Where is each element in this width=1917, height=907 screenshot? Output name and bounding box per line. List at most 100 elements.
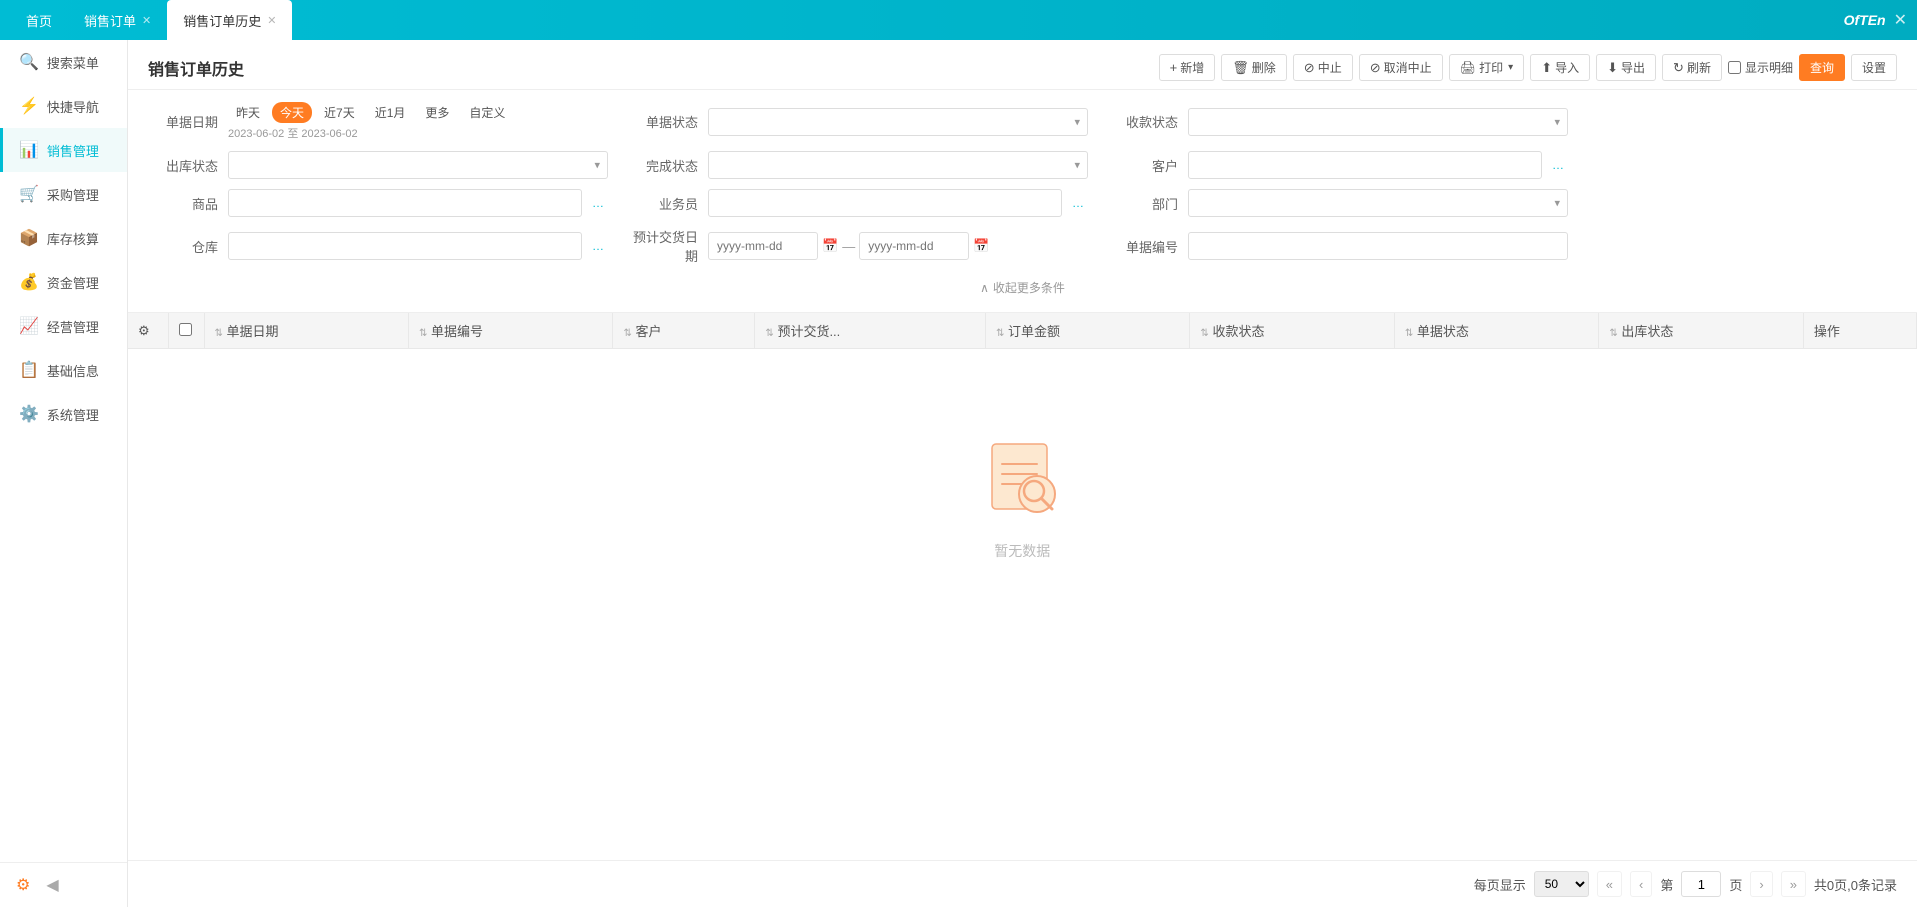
sidebar-item-inventory-calc[interactable]: 📦 库存核算: [0, 216, 127, 260]
sidebar-item-fund-mgmt[interactable]: 💰 资金管理: [0, 260, 127, 304]
date-btn-yesterday[interactable]: 昨天: [228, 102, 268, 123]
show-detail-checkbox-label[interactable]: 显示明细: [1728, 59, 1793, 76]
import-button[interactable]: ⬆ 导入: [1530, 54, 1590, 81]
complete-status-control: [708, 151, 1088, 179]
warehouse-input[interactable]: [228, 232, 582, 260]
total-records-label: 共0页,0条记录: [1814, 875, 1897, 894]
outbound-status-select[interactable]: [228, 151, 608, 179]
purchase-mgmt-icon: 🛒: [19, 184, 39, 204]
query-button[interactable]: 查询: [1799, 54, 1845, 81]
page-number-input[interactable]: [1681, 871, 1721, 897]
dept-control: [1188, 189, 1568, 217]
fund-mgmt-icon: 💰: [19, 272, 39, 292]
order-number-control: [1188, 232, 1568, 260]
last-page-btn[interactable]: »: [1781, 871, 1806, 897]
refresh-button[interactable]: ↻ 刷新: [1662, 54, 1722, 81]
sidebar-bottom: ⚙ ◀: [0, 862, 127, 907]
import-icon: ⬆: [1541, 60, 1552, 76]
delivery-date-start-input[interactable]: [708, 232, 818, 260]
sidebar-item-quick-nav[interactable]: ⚡ 快捷导航: [0, 84, 127, 128]
product-ellipsis-btn[interactable]: …: [588, 196, 608, 210]
page-size-select[interactable]: 50 10 20 100: [1534, 871, 1589, 897]
prev-page-icon: ‹: [1639, 877, 1643, 892]
th-doc-status[interactable]: ⇅ 单据状态: [1394, 313, 1598, 349]
first-page-icon: «: [1606, 877, 1613, 892]
show-detail-checkbox[interactable]: [1728, 61, 1741, 74]
product-input[interactable]: [228, 189, 582, 217]
dept-select[interactable]: [1188, 189, 1568, 217]
refresh-icon: ↻: [1673, 60, 1684, 76]
date-btn-1month[interactable]: 近1月: [367, 102, 414, 123]
th-settings[interactable]: ⚙: [128, 313, 168, 349]
payment-status-select-wrapper: [1188, 108, 1568, 136]
payment-status-label: 收款状态: [1108, 112, 1188, 131]
customer-input[interactable]: [1188, 151, 1542, 179]
cancel-stop-button[interactable]: ⊘ 取消中止: [1359, 54, 1443, 81]
prev-page-btn[interactable]: ‹: [1630, 871, 1652, 897]
th-customer[interactable]: ⇅ 客户: [613, 313, 755, 349]
th-order-no[interactable]: ⇅ 单据编号: [408, 313, 612, 349]
filter-row-4: 仓库 … 预计交货日期 📅 — 📅 单据编号: [148, 227, 1897, 265]
next-page-btn[interactable]: ›: [1750, 871, 1772, 897]
status-select[interactable]: [708, 108, 1088, 136]
customer-label: 客户: [1108, 156, 1188, 175]
content-area: 销售订单历史 + 新增 🗑 删除 ⊘ 中止 ⊘ 取消中止: [128, 40, 1917, 907]
tab-home[interactable]: 首页: [10, 0, 68, 40]
delivery-date-end-input[interactable]: [859, 232, 969, 260]
th-order-amount[interactable]: ⇅ 订单金额: [985, 313, 1189, 349]
sidebar-settings-icon[interactable]: ⚙: [16, 875, 30, 895]
first-page-btn[interactable]: «: [1597, 871, 1622, 897]
stop-button[interactable]: ⊘ 中止: [1293, 54, 1353, 81]
tabs-area: 首页 销售订单 ✕ 销售订单历史 ✕: [10, 0, 1844, 40]
salesperson-input[interactable]: [708, 189, 1062, 217]
tab-sales-order[interactable]: 销售订单 ✕: [68, 0, 167, 40]
tab-sales-order-history[interactable]: 销售订单历史 ✕: [167, 0, 292, 40]
date-btn-today[interactable]: 今天: [272, 102, 312, 123]
sidebar-item-basic-info[interactable]: 📋 基础信息: [0, 348, 127, 392]
th-delivery-date[interactable]: ⇅ 预计交货...: [755, 313, 986, 349]
filter-row-1: 单据日期 昨天 今天 近7天 近1月 更多 自定义 2023-06-02 至 2…: [148, 102, 1897, 141]
collapse-up-icon: ∧: [980, 281, 989, 295]
th-outbound-status[interactable]: ⇅ 出库状态: [1599, 313, 1803, 349]
sidebar-collapse-icon[interactable]: ◀: [46, 875, 58, 895]
calendar-start-icon[interactable]: 📅: [822, 238, 838, 254]
date-btn-7days[interactable]: 近7天: [316, 102, 363, 123]
th-payment-status[interactable]: ⇅ 收款状态: [1190, 313, 1394, 349]
last-page-icon: »: [1790, 877, 1797, 892]
print-button[interactable]: 🖨 打印 ▾: [1449, 54, 1525, 81]
sort-payment-icon: ⇅: [1200, 328, 1208, 339]
select-all-checkbox[interactable]: [179, 323, 192, 336]
delete-button[interactable]: 🗑 删除: [1221, 54, 1287, 81]
tab-history-close[interactable]: ✕: [267, 14, 276, 27]
tab-sales-order-close[interactable]: ✕: [142, 14, 151, 27]
sidebar-item-sys-mgmt[interactable]: ⚙️ 系统管理: [0, 392, 127, 436]
product-label: 商品: [148, 194, 228, 213]
warehouse-ellipsis-btn[interactable]: …: [588, 239, 608, 253]
settings-button[interactable]: 设置: [1851, 54, 1897, 81]
export-button[interactable]: ⬇ 导出: [1596, 54, 1656, 81]
payment-status-select[interactable]: [1188, 108, 1568, 136]
sidebar-item-ops-mgmt[interactable]: 📈 经营管理: [0, 304, 127, 348]
new-button[interactable]: + 新增: [1159, 54, 1216, 81]
sidebar-item-purchase-mgmt[interactable]: 🛒 采购管理: [0, 172, 127, 216]
status-select-wrapper: [708, 108, 1088, 136]
th-date[interactable]: ⇅ 单据日期: [204, 313, 408, 349]
calendar-end-icon[interactable]: 📅: [973, 238, 989, 254]
th-check[interactable]: [168, 313, 204, 349]
salesperson-ellipsis-btn[interactable]: …: [1068, 196, 1088, 210]
sidebar-item-sales-mgmt[interactable]: 📊 销售管理: [0, 128, 127, 172]
date-quick-btns: 昨天 今天 近7天 近1月 更多 自定义: [228, 102, 513, 123]
window-close-btn[interactable]: ✕: [1894, 10, 1907, 30]
order-number-input[interactable]: [1188, 232, 1568, 260]
sidebar-item-search-menu[interactable]: 🔍 搜索菜单: [0, 40, 127, 84]
complete-status-select[interactable]: [708, 151, 1088, 179]
sort-outbound-icon: ⇅: [1609, 328, 1617, 339]
date-btn-more[interactable]: 更多: [417, 102, 457, 123]
settings-icon[interactable]: ⚙: [138, 323, 150, 338]
pagination-bar: 每页显示 50 10 20 100 « ‹ 第 页 › » 共0页,0条记录: [128, 860, 1917, 907]
customer-ellipsis-btn[interactable]: …: [1548, 158, 1568, 172]
empty-illustration: [972, 429, 1072, 529]
sales-mgmt-icon: 📊: [19, 140, 39, 160]
date-btn-custom[interactable]: 自定义: [461, 102, 513, 123]
collapse-row[interactable]: ∧ 收起更多条件: [148, 275, 1897, 300]
